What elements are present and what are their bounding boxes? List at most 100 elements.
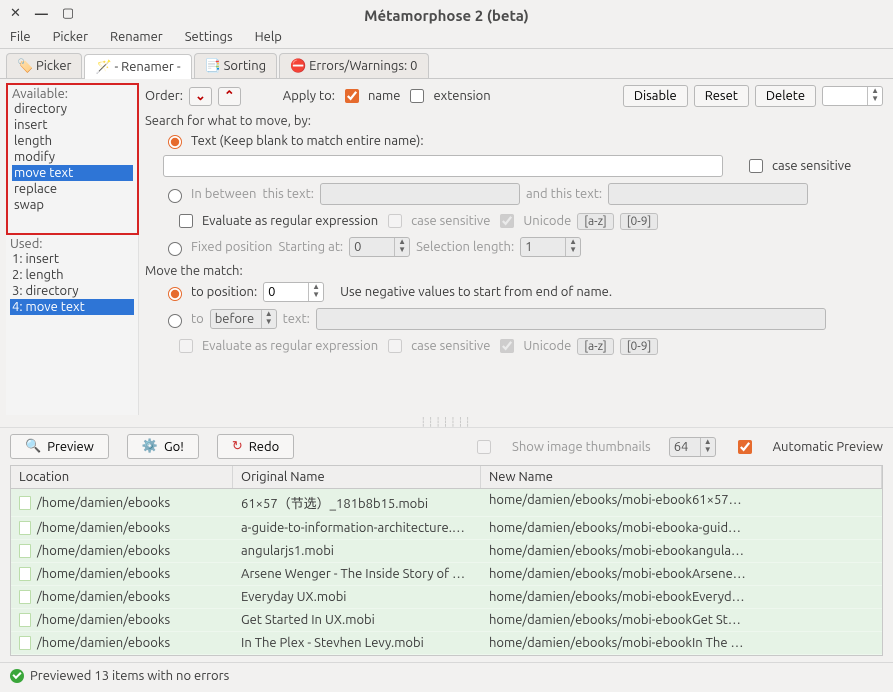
tab-renamer[interactable]: 🪄 - Renamer -: [84, 54, 191, 79]
menu-picker[interactable]: Picker: [53, 30, 88, 44]
wizard-icon: 🪄: [95, 60, 109, 74]
move-chip-09[interactable]: [0-9]: [620, 338, 659, 355]
sort-icon: 📑: [205, 59, 219, 73]
menu-file[interactable]: File: [10, 30, 31, 44]
move-title: Move the match:: [145, 264, 883, 278]
results-table: Location Original Name New Name /home/da…: [10, 465, 883, 656]
move-to-radio[interactable]: [168, 314, 182, 328]
table-row[interactable]: /home/damien/ebooksangularjs1.mobihome/d…: [11, 540, 882, 563]
table-row[interactable]: /home/damien/ebooksEveryday UX.mobihome/…: [11, 586, 882, 609]
col-original[interactable]: Original Name: [233, 466, 481, 488]
file-icon: [19, 613, 31, 627]
redo-button[interactable]: ↻ Redo: [217, 434, 294, 459]
window-title: Métamorphose 2 (beta): [0, 7, 893, 24]
col-location[interactable]: Location: [11, 466, 233, 488]
file-icon: [19, 590, 31, 604]
tab-bar: 🏷️ Picker 🪄 - Renamer - 📑 Sorting ⛔ Erro…: [0, 49, 893, 79]
search-title: Search for what to move, by:: [145, 114, 883, 128]
regex-case-checkbox: [388, 214, 402, 228]
sel-len-spinner: ▲▼: [520, 237, 581, 257]
menu-help[interactable]: Help: [255, 30, 282, 44]
move-text-input: [316, 308, 826, 330]
thumbs-checkbox: [477, 440, 491, 454]
table-row[interactable]: /home/damien/ebooksArsene Wenger - The I…: [11, 563, 882, 586]
apply-extension-checkbox[interactable]: [410, 89, 424, 103]
error-icon: ⛔: [290, 59, 304, 73]
order-label: Order:: [145, 89, 183, 103]
available-item[interactable]: swap: [12, 197, 133, 213]
used-item[interactable]: 3: directory: [10, 283, 134, 299]
preview-button[interactable]: 🔍 Preview: [10, 434, 109, 459]
close-icon[interactable]: ✕: [10, 6, 21, 21]
apply-to-label: Apply to:: [283, 89, 335, 103]
table-row[interactable]: /home/damien/ebooksa-guide-to-informatio…: [11, 517, 882, 540]
file-icon: [19, 544, 31, 558]
file-icon: [19, 496, 31, 510]
col-newname[interactable]: New Name: [481, 466, 882, 488]
start-at-spinner: ▲▼: [349, 237, 410, 257]
available-item[interactable]: insert: [12, 117, 133, 133]
available-list: Available: directoryinsertlengthmodifymo…: [6, 83, 139, 235]
menubar: File Picker Renamer Settings Help: [0, 24, 893, 49]
delete-index-spinner[interactable]: ▲▼: [822, 86, 883, 106]
move-down-button[interactable]: ⌄: [189, 87, 212, 106]
search-fixed-radio[interactable]: [168, 242, 182, 256]
tab-picker[interactable]: 🏷️ Picker: [6, 53, 82, 78]
used-item[interactable]: 2: length: [10, 267, 134, 283]
menu-settings[interactable]: Settings: [185, 30, 233, 44]
available-heading: Available:: [12, 87, 133, 101]
maximize-icon[interactable]: ▢: [62, 6, 74, 21]
search-between-radio[interactable]: [168, 189, 182, 203]
thumb-size-spinner: ▲▼: [669, 437, 716, 457]
search-case-checkbox[interactable]: [749, 159, 763, 173]
move-position-radio[interactable]: [168, 287, 182, 301]
move-unicode-checkbox: [500, 339, 514, 353]
minimize-icon[interactable]: —: [35, 7, 48, 21]
preview-icon: 🔍: [25, 439, 41, 454]
available-item[interactable]: directory: [12, 101, 133, 117]
search-text-input[interactable]: [163, 155, 723, 177]
between-text2-input: [608, 183, 808, 205]
used-item[interactable]: 4: move text: [10, 299, 134, 315]
delete-button[interactable]: Delete: [755, 85, 816, 107]
move-chip-az[interactable]: [a-z]: [577, 338, 613, 355]
regex-checkbox[interactable]: [179, 214, 193, 228]
search-text-radio[interactable]: [168, 135, 182, 149]
menu-renamer[interactable]: Renamer: [110, 30, 163, 44]
used-heading: Used:: [10, 237, 134, 251]
tab-errors[interactable]: ⛔ Errors/Warnings: 0: [279, 53, 428, 78]
file-icon: [19, 567, 31, 581]
available-item[interactable]: move text: [12, 165, 133, 181]
disable-button[interactable]: Disable: [623, 85, 688, 107]
chip-az[interactable]: [a-z]: [577, 213, 613, 230]
auto-preview-checkbox[interactable]: [738, 440, 752, 454]
move-position-spinner[interactable]: ▲▼: [263, 282, 324, 302]
available-item[interactable]: modify: [12, 149, 133, 165]
file-icon: [19, 636, 31, 650]
before-after-select: ▲▼: [210, 309, 277, 329]
move-regex-checkbox: [179, 339, 193, 353]
used-item[interactable]: 1: insert: [10, 251, 134, 267]
tag-icon: 🏷️: [17, 59, 31, 73]
tab-sorting[interactable]: 📑 Sorting: [194, 53, 278, 78]
regex-unicode-checkbox: [500, 214, 514, 228]
table-row[interactable]: /home/damien/ebooksIn The Plex - Stevhen…: [11, 632, 882, 655]
go-icon: ⚙️: [142, 439, 158, 454]
reset-button[interactable]: Reset: [694, 85, 749, 107]
available-item[interactable]: replace: [12, 181, 133, 197]
file-icon: [19, 521, 31, 535]
move-case-checkbox: [388, 339, 402, 353]
move-up-button[interactable]: ⌃: [218, 87, 241, 106]
used-list: Used: 1: insert2: length3: directory4: m…: [6, 235, 139, 415]
apply-name-checkbox[interactable]: [345, 89, 359, 103]
redo-icon: ↻: [232, 439, 243, 454]
ok-icon: [10, 669, 24, 683]
between-text1-input: [320, 183, 520, 205]
status-text: Previewed 13 items with no errors: [30, 669, 229, 683]
table-row[interactable]: /home/damien/ebooks61×57（节选）_181b8b15.mo…: [11, 489, 882, 517]
available-item[interactable]: length: [12, 133, 133, 149]
chip-09[interactable]: [0-9]: [620, 213, 659, 230]
go-button[interactable]: ⚙️ Go!: [127, 434, 199, 459]
splitter-handle[interactable]: ┆┆┆┆┆┆┆: [10, 417, 883, 423]
table-row[interactable]: /home/damien/ebooksGet Started In UX.mob…: [11, 609, 882, 632]
